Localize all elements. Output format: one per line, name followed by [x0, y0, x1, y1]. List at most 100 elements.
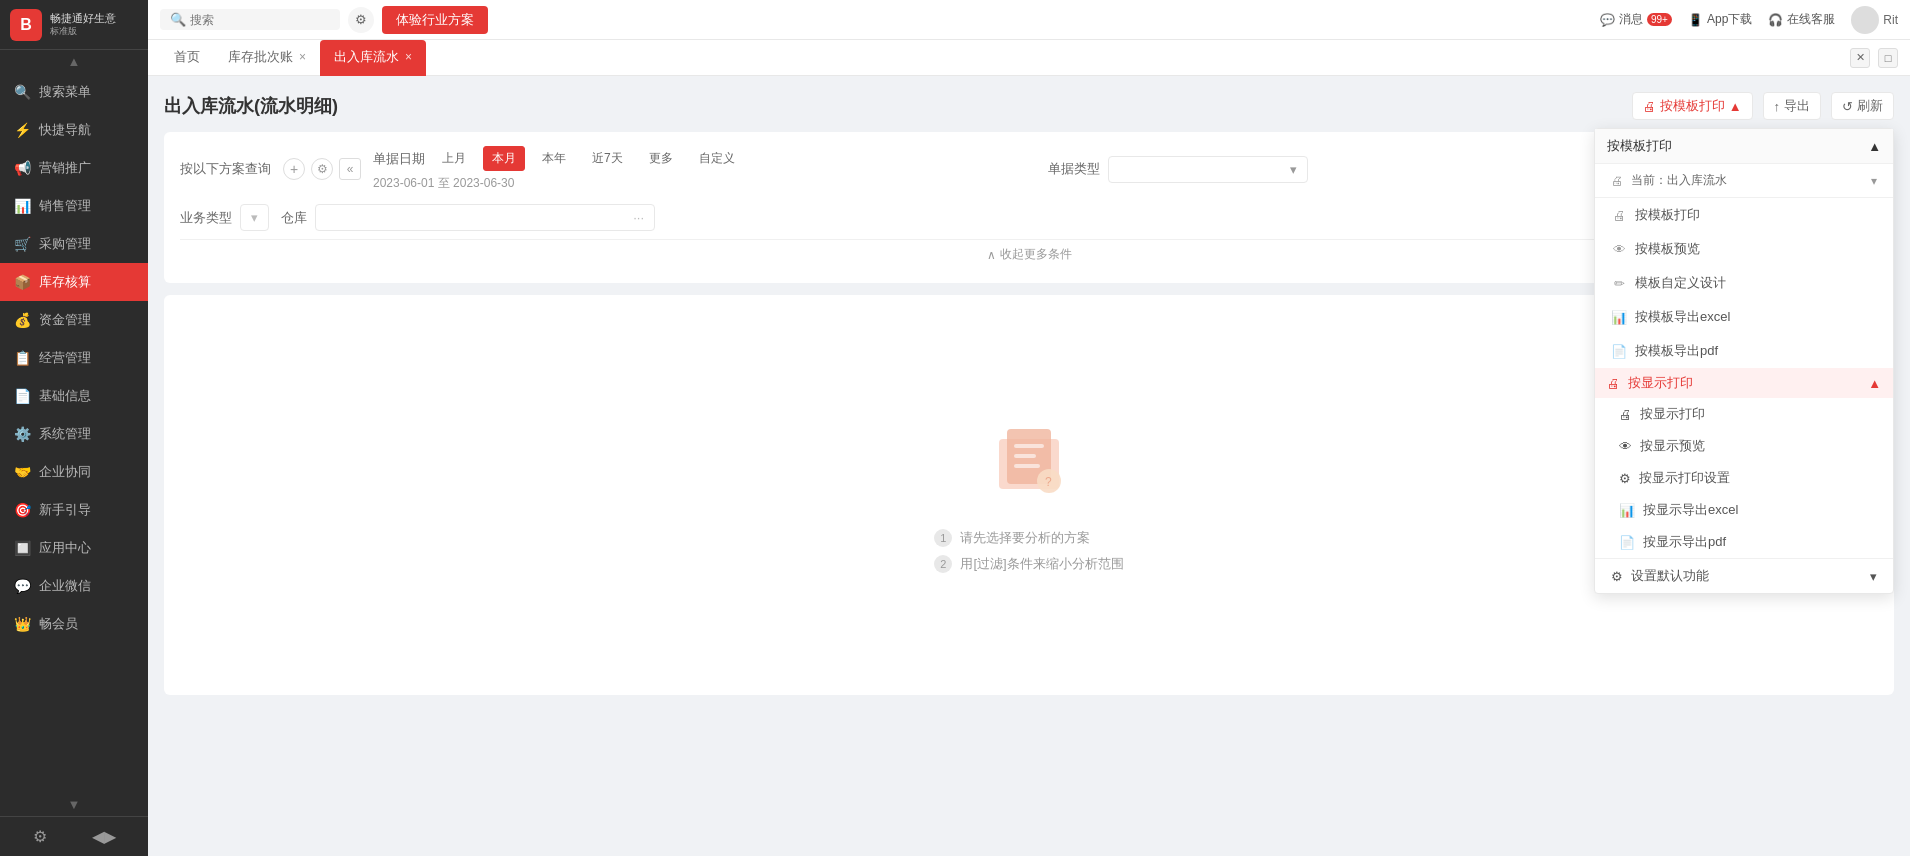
sidebar-label-app-center: 应用中心 — [39, 539, 91, 557]
expand-icon: □ — [1885, 52, 1892, 64]
dropdown-item-template-excel[interactable]: 📊 按模板导出excel — [1595, 300, 1893, 334]
tabs: 首页 库存批次账 × 出入库流水 × ✕ □ — [148, 40, 1910, 76]
filter-collapse-btn[interactable]: « — [339, 158, 361, 180]
template-custom-label: 模板自定义设计 — [1635, 274, 1726, 292]
date-label: 单据日期 — [373, 150, 425, 168]
dropdown-item-template-pdf[interactable]: 📄 按模板导出pdf — [1595, 334, 1893, 368]
dropdown-item-display-excel[interactable]: 📊 按显示导出excel — [1595, 494, 1893, 526]
dropdown-current[interactable]: 🖨 当前：出入库流水 ▾ — [1595, 164, 1893, 197]
display-section-expand-icon: ▲ — [1868, 376, 1881, 391]
sidebar-item-cooperation[interactable]: 🤝 企业协同 — [0, 453, 148, 491]
tab-inventory-batch[interactable]: 库存批次账 × — [214, 40, 320, 76]
display-pdf-label: 按显示导出pdf — [1643, 533, 1726, 551]
topbar-search-input[interactable] — [190, 13, 330, 27]
dropdown-item-display-pdf[interactable]: 📄 按显示导出pdf — [1595, 526, 1893, 558]
date-btn-last-month[interactable]: 上月 — [433, 146, 475, 171]
sidebar-item-app-center[interactable]: 🔲 应用中心 — [0, 529, 148, 567]
warehouse-select[interactable]: ··· — [315, 204, 655, 231]
inventory-icon: 📦 — [14, 274, 31, 290]
display-settings-label: 按显示打印设置 — [1639, 469, 1730, 487]
tab-inventory-flow[interactable]: 出入库流水 × — [320, 40, 426, 76]
sidebar-label-sales: 销售管理 — [39, 197, 91, 215]
sidebar-toggle-btn[interactable]: ◀▶ — [92, 827, 116, 846]
sidebar-item-quick-nav[interactable]: ⚡ 快捷导航 — [0, 111, 148, 149]
template-excel-icon: 📊 — [1611, 309, 1627, 325]
user-avatar-btn[interactable]: Rit — [1851, 6, 1898, 34]
tab-inventory-flow-close[interactable]: × — [405, 50, 412, 64]
refresh-btn[interactable]: ↺ 刷新 — [1831, 92, 1894, 120]
main: 🔍 ⚙ 体验行业方案 💬 消息 99+ 📱 App下载 🎧 在线客服 — [148, 0, 1910, 856]
trial-btn[interactable]: 体验行业方案 — [382, 6, 488, 34]
message-btn[interactable]: 💬 消息 99+ — [1600, 11, 1672, 28]
online-service-btn[interactable]: 🎧 在线客服 — [1768, 11, 1835, 28]
business-type-select[interactable]: ▾ — [240, 204, 269, 231]
sidebar-label-member: 畅会员 — [39, 615, 78, 633]
display-settings-icon: ⚙ — [1619, 471, 1631, 486]
business-type-label: 业务类型 — [180, 209, 232, 227]
gear-icon: ⚙ — [355, 12, 367, 27]
export-btn[interactable]: ↑ 导出 — [1763, 92, 1822, 120]
dropdown-item-template-custom[interactable]: ✏ 模板自定义设计 — [1595, 266, 1893, 300]
sidebar-label-search: 搜索菜单 — [39, 83, 91, 101]
dropdown-set-default-btn[interactable]: ⚙ 设置默认功能 ▾ — [1595, 558, 1893, 593]
voucher-type-select[interactable]: ▾ — [1108, 156, 1308, 183]
sidebar-item-system[interactable]: ⚙️ 系统管理 — [0, 415, 148, 453]
sidebar-item-operation[interactable]: 📋 经营管理 — [0, 339, 148, 377]
sidebar-item-search[interactable]: 🔍 搜索菜单 — [0, 73, 148, 111]
print-btn[interactable]: 🖨 按模板打印 ▲ — [1632, 92, 1753, 120]
tab-close-all-btn[interactable]: ✕ — [1850, 48, 1870, 68]
date-btn-more[interactable]: 更多 — [640, 146, 682, 171]
weixin-icon: 💬 — [14, 578, 31, 594]
business-arrow: ▾ — [251, 210, 258, 225]
dropdown-item-display-settings[interactable]: ⚙ 按显示打印设置 — [1595, 462, 1893, 494]
download-icon: 📱 — [1688, 13, 1703, 27]
date-btn-this-year[interactable]: 本年 — [533, 146, 575, 171]
date-filter-top: 单据日期 上月 本月 本年 近7天 更多 自定义 — [373, 146, 1036, 171]
step-num-2: 2 — [934, 555, 952, 573]
dropdown-item-display-preview[interactable]: 👁 按显示预览 — [1595, 430, 1893, 462]
topbar-search-box[interactable]: 🔍 — [160, 9, 340, 30]
display-print-icon: 🖨 — [1619, 407, 1632, 422]
dropdown-item-display-print[interactable]: 🖨 按显示打印 — [1595, 398, 1893, 430]
sidebar-label-marketing: 营销推广 — [39, 159, 91, 177]
topbar-settings-btn[interactable]: ⚙ — [348, 7, 374, 33]
collapse-small-icon: « — [347, 162, 354, 176]
current-label: 当前：出入库流水 — [1631, 172, 1867, 189]
sidebar-scroll-down[interactable]: ▼ — [0, 793, 148, 816]
tab-expand-btn[interactable]: □ — [1878, 48, 1898, 68]
sidebar-scroll-up[interactable]: ▲ — [0, 50, 148, 73]
content: 出入库流水(流水明细) 🖨 按模板打印 ▲ ↑ 导出 ↺ 刷新 — [148, 76, 1910, 856]
filter-add-btn[interactable]: + — [283, 158, 305, 180]
dropdown-display-section-header[interactable]: 🖨 按显示打印 ▲ — [1595, 368, 1893, 398]
tab-inventory-batch-close[interactable]: × — [299, 50, 306, 64]
step-num-1: 1 — [934, 529, 952, 547]
step-1-text: 请先选择要分析的方案 — [960, 529, 1090, 547]
sidebar-item-inventory[interactable]: 📦 库存核算 — [0, 263, 148, 301]
purchase-icon: 🛒 — [14, 236, 31, 252]
sidebar-item-member[interactable]: 👑 畅会员 — [0, 605, 148, 643]
sidebar-item-finance[interactable]: 💰 资金管理 — [0, 301, 148, 339]
topbar-search-icon: 🔍 — [170, 12, 186, 27]
dropdown-item-template-print[interactable]: 🖨 按模板打印 — [1595, 198, 1893, 232]
warehouse-more[interactable]: ··· — [633, 210, 644, 225]
sidebar-label-finance: 资金管理 — [39, 311, 91, 329]
tab-home[interactable]: 首页 — [160, 40, 214, 76]
dropdown-item-template-preview[interactable]: 👁 按模板预览 — [1595, 232, 1893, 266]
date-btn-this-month[interactable]: 本月 — [483, 146, 525, 171]
user-avatar — [1851, 6, 1879, 34]
date-btn-last-7[interactable]: 近7天 — [583, 146, 632, 171]
sidebar-settings-btn[interactable]: ⚙ — [33, 827, 47, 846]
topbar: 🔍 ⚙ 体验行业方案 💬 消息 99+ 📱 App下载 🎧 在线客服 — [148, 0, 1910, 40]
svg-text:?: ? — [1045, 475, 1052, 489]
sidebar-item-sales[interactable]: 📊 销售管理 — [0, 187, 148, 225]
sidebar-item-newbie[interactable]: 🎯 新手引导 — [0, 491, 148, 529]
sidebar-item-purchase[interactable]: 🛒 采购管理 — [0, 225, 148, 263]
dropdown-expand-icon[interactable]: ▲ — [1868, 139, 1881, 154]
date-btn-custom[interactable]: 自定义 — [690, 146, 744, 171]
filter-settings-btn[interactable]: ⚙ — [311, 158, 333, 180]
sidebar-item-marketing[interactable]: 📢 营销推广 — [0, 149, 148, 187]
sidebar-item-weixin[interactable]: 💬 企业微信 — [0, 567, 148, 605]
message-icon: 💬 — [1600, 13, 1615, 27]
app-download-btn[interactable]: 📱 App下载 — [1688, 11, 1752, 28]
sidebar-item-basic[interactable]: 📄 基础信息 — [0, 377, 148, 415]
